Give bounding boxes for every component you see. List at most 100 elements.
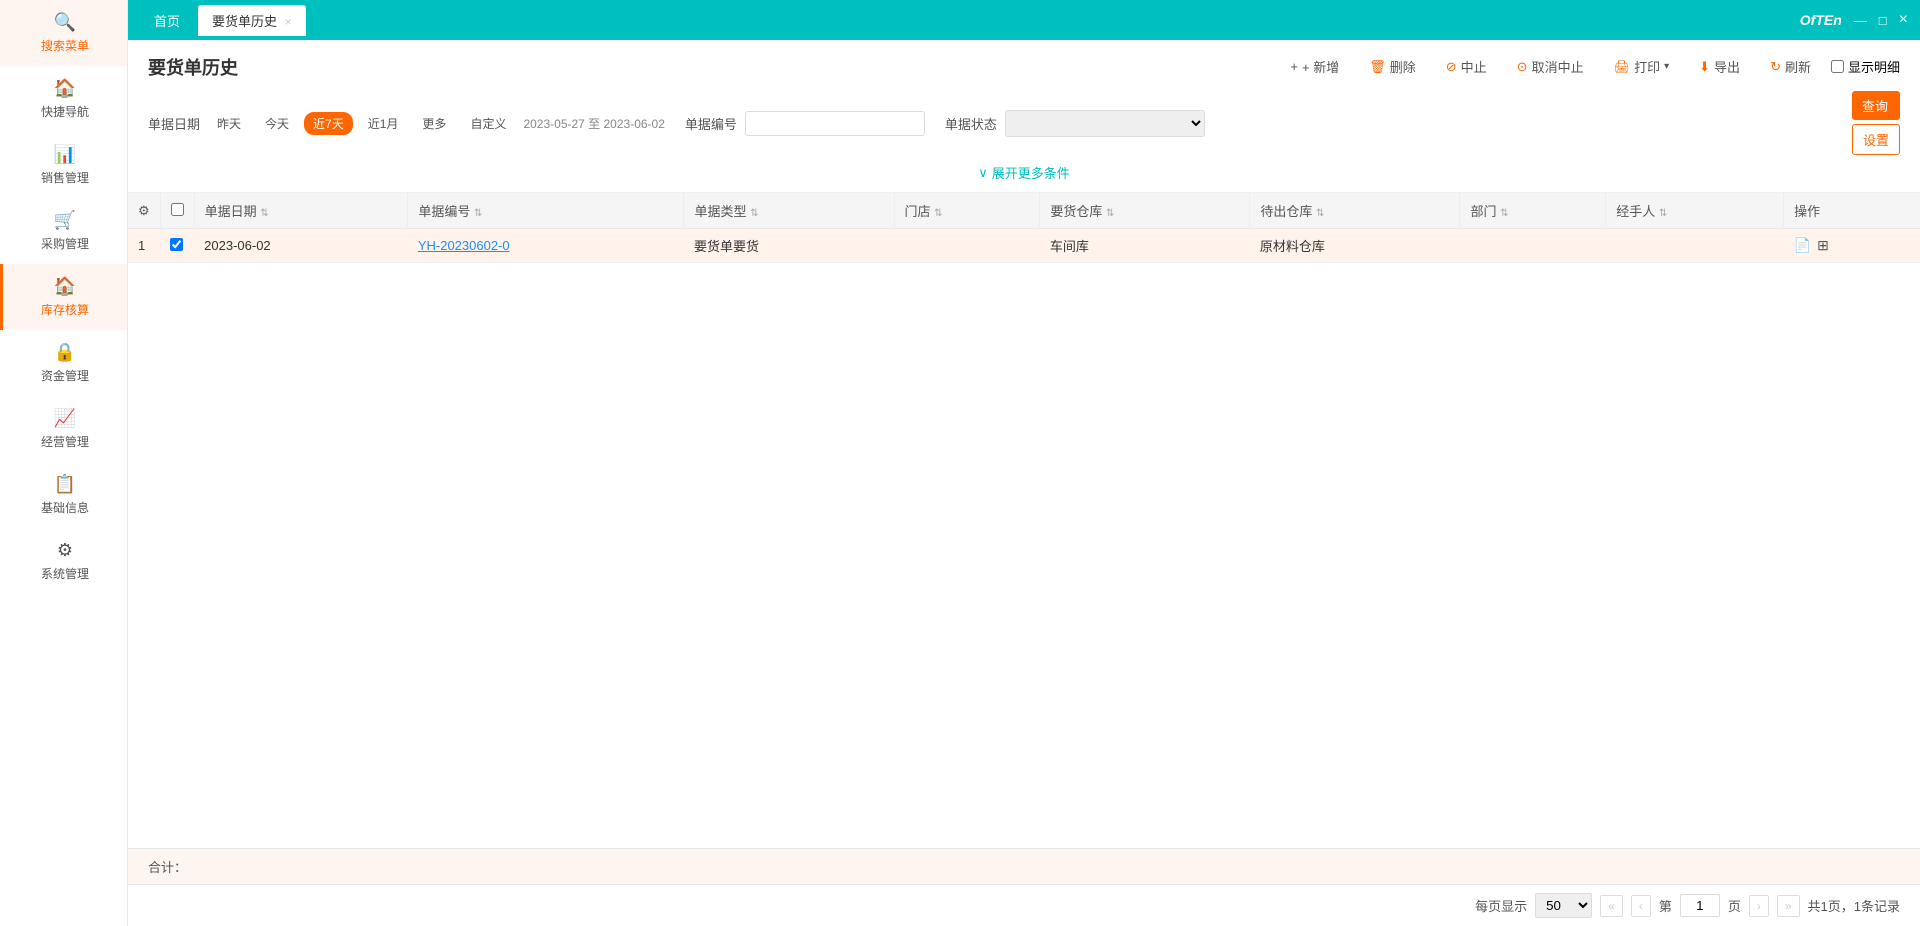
status-filter-group: 单据状态 xyxy=(945,110,1205,137)
filter-row-1: 单据日期 昨天 今天 近7天 近1月 更多 自定义 2023-05-27 至 2… xyxy=(148,91,1900,155)
col-doc-type[interactable]: 单据类型 ⇅ xyxy=(684,193,894,229)
print-chevron-icon: ▾ xyxy=(1664,61,1669,72)
cell-req-warehouse: 车间库 xyxy=(1040,229,1250,263)
sort-dept-icon: ⇅ xyxy=(1500,208,1508,219)
delete-btn[interactable]: 🗑 删除 xyxy=(1359,52,1426,81)
table-header-row: ⚙ 单据日期 ⇅ 单据编号 ⇅ 单据类型 ⇅ 门店 ⇅ 要货仓库 ⇅ 待出仓库 … xyxy=(128,193,1920,229)
cell-doc-date: 2023-06-02 xyxy=(194,229,408,263)
col-department[interactable]: 部门 ⇅ xyxy=(1460,193,1606,229)
date-more[interactable]: 更多 xyxy=(413,112,455,135)
refresh-icon: ↻ xyxy=(1770,59,1781,75)
col-doc-date[interactable]: 单据日期 ⇅ xyxy=(194,193,408,229)
query-btn[interactable]: 查询 xyxy=(1852,91,1900,120)
row-checkbox[interactable] xyxy=(170,238,183,251)
page-number-input[interactable] xyxy=(1680,894,1720,917)
search-menu-icon: 🔍 xyxy=(54,12,76,33)
next-page-btn[interactable]: › xyxy=(1749,895,1769,917)
sort-doc-type-icon: ⇅ xyxy=(750,208,758,219)
print-icon: 🖨 xyxy=(1614,59,1631,75)
date-range-display: 2023-05-27 至 2023-06-02 xyxy=(523,115,664,132)
col-settings[interactable]: ⚙ xyxy=(128,193,160,229)
cell-department xyxy=(1460,229,1606,263)
sales-icon: 📊 xyxy=(54,144,76,165)
total-info: 共1页，1条记录 xyxy=(1808,896,1900,915)
display-detail-toggle[interactable]: 显示明细 xyxy=(1831,57,1900,76)
last-page-btn[interactable]: » xyxy=(1777,895,1800,917)
select-all-checkbox[interactable] xyxy=(171,203,184,216)
tab-home[interactable]: 首页 xyxy=(140,5,194,36)
sidebar-item-operations[interactable]: 📈 经营管理 xyxy=(0,396,127,462)
total-label: 合计： xyxy=(148,860,187,875)
brand-label: OfTEn xyxy=(1800,12,1842,28)
sort-doc-no-icon: ⇅ xyxy=(474,208,482,219)
close-btn[interactable]: × xyxy=(1899,11,1908,29)
cell-doc-no[interactable]: YH-20230602-0 xyxy=(408,229,684,263)
date-1month[interactable]: 近1月 xyxy=(359,112,408,135)
sort-doc-date-icon: ⇅ xyxy=(260,208,268,219)
minimize-btn[interactable]: — xyxy=(1854,13,1867,28)
sort-pending-wh-icon: ⇅ xyxy=(1316,208,1324,219)
sidebar-item-quicknav[interactable]: 🏠 快捷导航 xyxy=(0,66,127,132)
tab-requisition-history[interactable]: 要货单历史 × xyxy=(198,5,306,36)
table-area: ⚙ 单据日期 ⇅ 单据编号 ⇅ 单据类型 ⇅ 门店 ⇅ 要货仓库 ⇅ 待出仓库 … xyxy=(128,193,1920,848)
expand-row: ∨ 展开更多条件 xyxy=(148,163,1900,182)
table-row: 1 2023-06-02 YH-20230602-0 要货单要货 车间库 原材料… xyxy=(128,229,1920,263)
export-btn[interactable]: ⬇ 导出 xyxy=(1689,52,1750,81)
maximize-btn[interactable]: □ xyxy=(1879,13,1887,28)
page-size-select[interactable]: 50 20 100 xyxy=(1535,893,1592,918)
expand-more-btn[interactable]: ∨ 展开更多条件 xyxy=(978,163,1070,182)
col-store[interactable]: 门店 ⇅ xyxy=(894,193,1040,229)
col-checkbox[interactable] xyxy=(160,193,194,229)
new-icon: + xyxy=(1290,59,1298,74)
first-page-btn[interactable]: « xyxy=(1600,895,1623,917)
page-size-label: 每页显示 xyxy=(1475,896,1527,915)
settings-btn[interactable]: 设置 xyxy=(1852,124,1900,155)
pagination-bar: 每页显示 50 20 100 « ‹ 第 页 › » 共1页，1条记录 xyxy=(128,884,1920,926)
date-custom[interactable]: 自定义 xyxy=(461,112,515,135)
page-suffix: 页 xyxy=(1728,896,1741,915)
col-actions: 操作 xyxy=(1784,193,1920,229)
cell-actions: 📄 ⊞ xyxy=(1784,229,1920,263)
operations-icon: 📈 xyxy=(54,408,76,429)
date-today[interactable]: 今天 xyxy=(256,112,298,135)
col-doc-no[interactable]: 单据编号 ⇅ xyxy=(408,193,684,229)
new-btn[interactable]: + + 新增 xyxy=(1280,52,1349,81)
cell-checkbox[interactable] xyxy=(160,229,194,263)
print-btn[interactable]: 🖨 打印 ▾ xyxy=(1604,52,1680,81)
cell-pending-warehouse: 原材料仓库 xyxy=(1250,229,1460,263)
docno-input[interactable] xyxy=(745,111,925,136)
stop-icon: ⊘ xyxy=(1446,59,1457,75)
date-yesterday[interactable]: 昨天 xyxy=(208,112,250,135)
export-icon: ⬇ xyxy=(1699,59,1710,75)
delete-icon: 🗑 xyxy=(1369,59,1386,75)
sidebar-item-system[interactable]: ⚙ 系统管理 xyxy=(0,528,127,594)
sidebar-item-inventory[interactable]: 🏠 库存核算 xyxy=(0,264,127,330)
col-req-warehouse[interactable]: 要货仓库 ⇅ xyxy=(1040,193,1250,229)
filter-area: 单据日期 昨天 今天 近7天 近1月 更多 自定义 2023-05-27 至 2… xyxy=(128,81,1920,193)
sidebar: 🔍 搜索菜单 🏠 快捷导航 📊 销售管理 🛒 采购管理 🏠 库存核算 🔒 资金管… xyxy=(0,0,128,926)
stop-btn[interactable]: ⊘ 中止 xyxy=(1436,52,1497,81)
data-table: ⚙ 单据日期 ⇅ 单据编号 ⇅ 单据类型 ⇅ 门店 ⇅ 要货仓库 ⇅ 待出仓库 … xyxy=(128,193,1920,263)
sidebar-item-sales[interactable]: 📊 销售管理 xyxy=(0,132,127,198)
cell-store xyxy=(894,229,1040,263)
refresh-btn[interactable]: ↻ 刷新 xyxy=(1760,52,1821,81)
more-action-icon[interactable]: ⊞ xyxy=(1817,237,1829,254)
sidebar-item-finance[interactable]: 🔒 资金管理 xyxy=(0,330,127,396)
cancel-stop-btn[interactable]: ⊙ 取消中止 xyxy=(1507,52,1594,81)
date-7days[interactable]: 近7天 xyxy=(304,112,353,135)
tab-close-icon[interactable]: × xyxy=(285,15,292,29)
finance-icon: 🔒 xyxy=(54,342,76,363)
col-pending-warehouse[interactable]: 待出仓库 ⇅ xyxy=(1250,193,1460,229)
sidebar-item-search[interactable]: 🔍 搜索菜单 xyxy=(0,0,127,66)
col-handler[interactable]: 经手人 ⇅ xyxy=(1606,193,1784,229)
prev-page-btn[interactable]: ‹ xyxy=(1631,895,1651,917)
system-icon: ⚙ xyxy=(57,540,73,561)
sidebar-item-purchase[interactable]: 🛒 采购管理 xyxy=(0,198,127,264)
status-select[interactable] xyxy=(1005,110,1205,137)
basicinfo-icon: 📋 xyxy=(54,474,76,495)
status-label: 单据状态 xyxy=(945,114,997,133)
display-detail-checkbox[interactable] xyxy=(1831,60,1844,73)
sidebar-item-basicinfo[interactable]: 📋 基础信息 xyxy=(0,462,127,528)
edit-action-icon[interactable]: 📄 xyxy=(1794,237,1811,254)
toolbar: + + 新增 🗑 删除 ⊘ 中止 ⊙ 取消中止 🖨 打印 xyxy=(1280,52,1900,81)
